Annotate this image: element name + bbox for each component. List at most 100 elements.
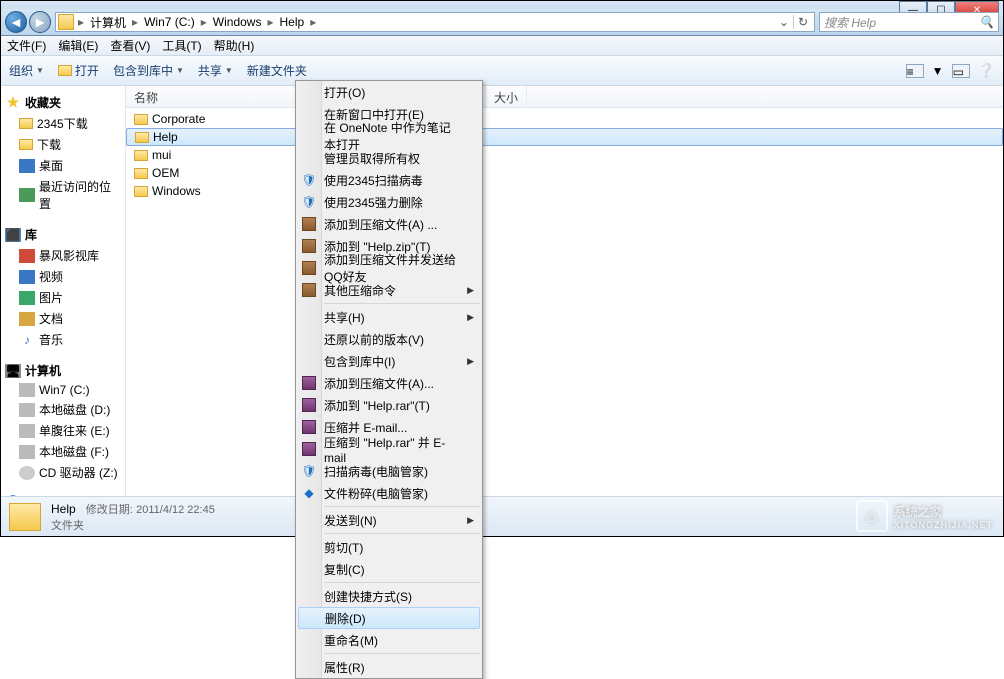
crumb-drive[interactable]: Win7 (C:) [140,15,199,29]
cm-include-lib[interactable]: 包含到库中(I)▶ [296,350,482,372]
refresh-icon[interactable]: ↻ [793,15,812,29]
drive-icon [19,424,35,438]
sidebar-favorites[interactable]: ★收藏夹 [5,92,121,113]
file-row[interactable]: mui [126,146,1003,164]
desktop-icon [19,159,35,173]
dropdown-icon[interactable]: ⌄ [775,15,793,29]
view-options-icon[interactable]: ≡ [906,64,924,78]
file-row[interactable]: Corporate [126,110,1003,128]
breadcrumb[interactable]: ▸ 计算机 ▸ Win7 (C:) ▸ Windows ▸ Help ▸ ⌄ ↻ [55,12,815,32]
file-row[interactable]: OEM [126,164,1003,182]
cm-onenote[interactable]: 在 OneNote 中作为笔记本打开 [296,125,482,147]
cm-restore[interactable]: 还原以前的版本(V) [296,328,482,350]
cm-cut[interactable]: 剪切(T) [296,536,482,558]
cm-sendto[interactable]: 发送到(N)▶ [296,509,482,531]
cm-2345-delete[interactable]: 🛡使用2345强力删除 [296,191,482,213]
sidebar-item-drive-e[interactable]: 单腹往来 (E:) [5,420,121,441]
rar-icon [300,440,318,458]
tool-open[interactable]: 打开 [58,62,99,79]
archive-icon [300,281,318,299]
cm-other-archive[interactable]: 其他压缩命令▶ [296,279,482,301]
chevron-right-icon[interactable]: ▸ [308,15,318,29]
sidebar-item-pictures[interactable]: 图片 [5,287,121,308]
tool-organize[interactable]: 组织▼ [9,62,44,79]
preview-pane-icon[interactable]: ▭ [952,64,970,78]
cd-icon [19,466,35,480]
cm-delete[interactable]: 删除(D) [298,607,480,629]
computer-icon: 🖥 [5,364,21,378]
chevron-right-icon: ▶ [467,312,474,323]
crumb-help[interactable]: Help [276,15,309,29]
menu-tools[interactable]: 工具(T) [162,37,201,54]
sidebar-item-cd[interactable]: CD 驱动器 (Z:) [5,462,121,483]
tool-share[interactable]: 共享▼ [198,62,233,79]
menu-edit[interactable]: 编辑(E) [58,37,98,54]
sidebar-item-downloads[interactable]: 下载 [5,134,121,155]
chevron-right-icon[interactable]: ▸ [130,15,140,29]
search-icon[interactable]: 🔍 [979,15,994,29]
chevron-down-icon[interactable]: ▼ [932,64,944,78]
forward-button[interactable]: ► [29,11,51,33]
sidebar-item-recent[interactable]: 最近访问的位置 [5,176,121,214]
menu-view[interactable]: 查看(V) [110,37,150,54]
help-icon[interactable]: ❔ [978,62,995,79]
cm-shortcut[interactable]: 创建快捷方式(S) [296,585,482,607]
chevron-right-icon[interactable]: ▸ [265,15,275,29]
sidebar-item-documents[interactable]: 文档 [5,308,121,329]
back-button[interactable]: ◄ [5,11,27,33]
archive-icon [300,237,318,255]
cm-share[interactable]: 共享(H)▶ [296,306,482,328]
cm-archive-qq[interactable]: 添加到压缩文件并发送给QQ好友 [296,257,482,279]
cm-2345-scan[interactable]: 🛡使用2345扫描病毒 [296,169,482,191]
cm-open[interactable]: 打开(O) [296,81,482,103]
sidebar-item-drive-c[interactable]: Win7 (C:) [5,381,121,399]
folder-icon [58,14,74,30]
cm-rename[interactable]: 重命名(M) [296,629,482,651]
chevron-right-icon[interactable]: ▸ [76,15,86,29]
status-date: 2011/4/12 22:45 [136,504,215,516]
file-list: 名称 大小 Corporate Help mui OEM Windows [126,86,1003,506]
archive-icon [300,259,318,277]
cm-rar-add[interactable]: 添加到压缩文件(A)... [296,372,482,394]
folder-icon [134,114,148,125]
folder-icon [134,168,148,179]
sidebar-item-2345[interactable]: 2345下载 [5,113,121,134]
rar-icon [300,396,318,414]
column-name[interactable]: 名称 [126,86,296,107]
sidebar-item-videos-storm[interactable]: 暴风影视库 [5,245,121,266]
shield-icon: 🛡 [300,193,318,211]
chevron-right-icon: ▶ [467,285,474,296]
chevron-right-icon[interactable]: ▸ [199,15,209,29]
cm-scan-virus[interactable]: 🛡扫描病毒(电脑管家) [296,460,482,482]
sidebar-item-videos[interactable]: 视频 [5,266,121,287]
sidebar-computer[interactable]: 🖥计算机 [5,360,121,381]
cm-rar-add-help[interactable]: 添加到 "Help.rar"(T) [296,394,482,416]
cm-shred[interactable]: ◆文件粉碎(电脑管家) [296,482,482,504]
sidebar-item-music[interactable]: ♪音乐 [5,329,121,350]
menu-help[interactable]: 帮助(H) [214,37,255,54]
column-headers: 名称 大小 [126,86,1003,108]
sidebar-item-drive-d[interactable]: 本地磁盘 (D:) [5,399,121,420]
crumb-windows[interactable]: Windows [209,15,266,29]
menu-file[interactable]: 文件(F) [7,37,46,54]
pictures-icon [19,291,35,305]
column-size[interactable]: 大小 [486,86,527,107]
house-icon: ⌂ [856,500,888,532]
sidebar-libraries[interactable]: ⬛库 [5,224,121,245]
crumb-computer[interactable]: 计算机 [86,14,130,31]
file-row-selected[interactable]: Help [126,128,1003,146]
main-area: ★收藏夹 2345下载 下载 桌面 最近访问的位置 ⬛库 暴风影视库 视频 图片… [1,86,1003,506]
sidebar-item-desktop[interactable]: 桌面 [5,155,121,176]
cm-admin-own[interactable]: 管理员取得所有权 [296,147,482,169]
sidebar-item-drive-f[interactable]: 本地磁盘 (F:) [5,441,121,462]
tool-newfolder[interactable]: 新建文件夹 [247,62,307,79]
cm-properties[interactable]: 属性(R) [296,656,482,678]
folder-icon [19,139,33,150]
search-input[interactable]: 搜索 Help 🔍 [819,12,999,32]
file-row[interactable]: Windows [126,182,1003,200]
folder-icon [134,150,148,161]
tool-include[interactable]: 包含到库中▼ [113,62,184,79]
cm-copy[interactable]: 复制(C) [296,558,482,580]
cm-rar-email-help[interactable]: 压缩到 "Help.rar" 并 E-mail [296,438,482,460]
cm-add-archive[interactable]: 添加到压缩文件(A) ... [296,213,482,235]
